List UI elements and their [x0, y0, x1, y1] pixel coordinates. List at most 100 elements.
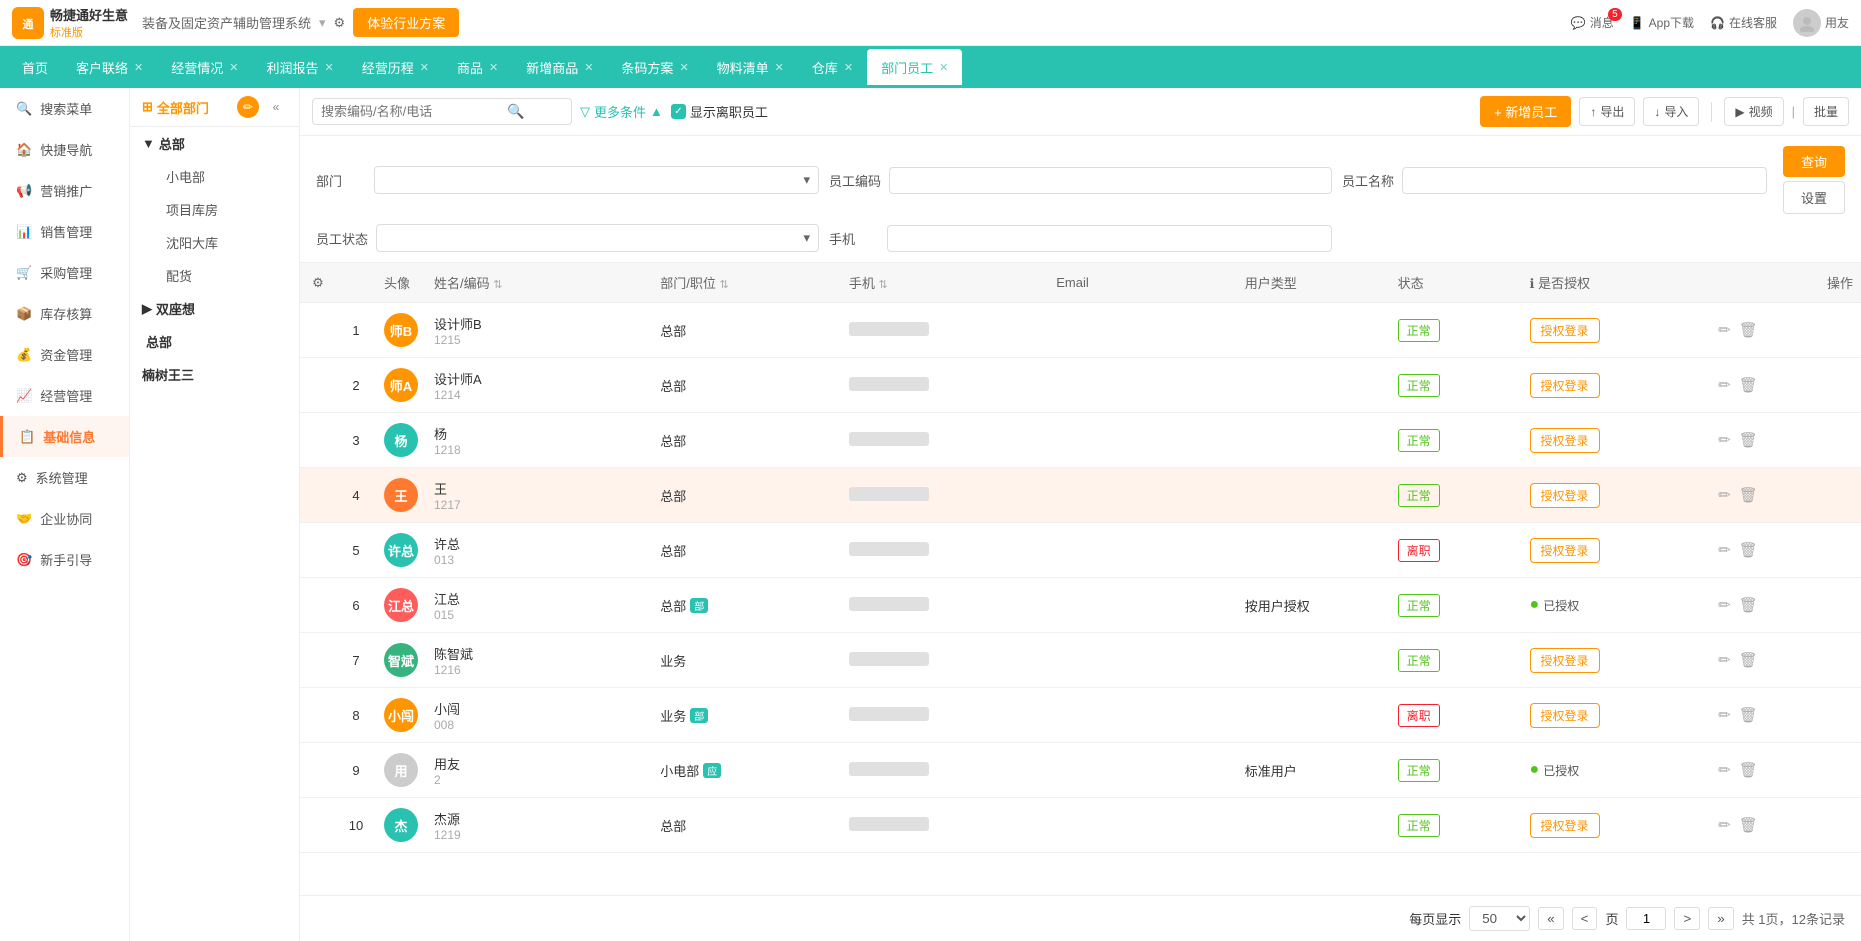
sidebar-item-guide[interactable]: 🎯 新手引导	[0, 539, 129, 580]
authorize-btn[interactable]: 授权登录	[1530, 813, 1600, 838]
sidebar-item-nav[interactable]: 🏠 快捷导航	[0, 129, 129, 170]
video-button[interactable]: ▶ 视频	[1724, 97, 1783, 126]
close-icon[interactable]: ✕	[844, 61, 853, 74]
add-employee-button[interactable]: + 新增员工	[1480, 96, 1571, 127]
emp-code-input[interactable]	[889, 167, 1332, 194]
dept-item-distribution[interactable]: 配货	[146, 259, 299, 292]
authorize-btn[interactable]: 授权登录	[1530, 648, 1600, 673]
tab-barcode[interactable]: 条码方案 ✕	[607, 49, 702, 85]
sidebar-item-finance[interactable]: 💰 资金管理	[0, 334, 129, 375]
page-number-input[interactable]	[1626, 907, 1666, 930]
collapse-dept-icon[interactable]: «	[265, 96, 287, 118]
dept-group-shuangzuoxiang[interactable]: ▶ 双座想	[130, 292, 299, 325]
dept-item-project-storage[interactable]: 项目库房	[146, 193, 299, 226]
sidebar-item-collab[interactable]: 🤝 企业协同	[0, 498, 129, 539]
per-page-select[interactable]: 50 100	[1469, 906, 1530, 931]
batch-button[interactable]: 批量	[1803, 97, 1849, 126]
dept-group-headquarters[interactable]: ▼ 总部	[130, 127, 299, 160]
prev-page-btn[interactable]: <	[1572, 907, 1598, 930]
sort-name-icon[interactable]: ⇅	[493, 279, 502, 291]
edit-icon[interactable]: ✏	[1718, 321, 1731, 339]
message-btn[interactable]: 💬 消息 5	[1571, 14, 1614, 31]
delete-icon[interactable]: 🗑	[1739, 761, 1758, 779]
show-departed-checkbox[interactable]: ✓ 显示离职员工	[671, 102, 768, 121]
authorize-btn[interactable]: 授权登录	[1530, 428, 1600, 453]
close-icon[interactable]: ✕	[775, 61, 784, 74]
settings-icon[interactable]: ⚙	[334, 15, 346, 31]
app-download-btn[interactable]: 📱 App下载	[1630, 14, 1694, 31]
delete-icon[interactable]: 🗑	[1739, 486, 1758, 504]
close-icon[interactable]: ✕	[229, 61, 238, 74]
phone-input[interactable]	[887, 225, 1332, 252]
close-icon[interactable]: ✕	[584, 61, 593, 74]
emp-status-select[interactable]: ▾	[376, 224, 819, 252]
tab-bom[interactable]: 物料清单 ✕	[703, 49, 798, 85]
all-dept-btn[interactable]: ⊞ 全部部门	[142, 98, 209, 117]
edit-icon[interactable]: ✏	[1718, 761, 1731, 779]
next-page-btn[interactable]: >	[1674, 907, 1700, 930]
delete-icon[interactable]: 🗑	[1739, 596, 1758, 614]
edit-dept-icon[interactable]: ✏	[237, 96, 259, 118]
sidebar-item-sales[interactable]: 📊 销售管理	[0, 211, 129, 252]
delete-icon[interactable]: 🗑	[1739, 431, 1758, 449]
close-icon[interactable]: ✕	[325, 61, 334, 74]
edit-icon[interactable]: ✏	[1718, 596, 1731, 614]
tab-profit[interactable]: 利润报告 ✕	[252, 49, 347, 85]
sidebar-item-business[interactable]: 📈 经营管理	[0, 375, 129, 416]
tab-home[interactable]: 首页	[8, 49, 62, 85]
close-icon[interactable]: ✕	[489, 61, 498, 74]
tab-goods[interactable]: 商品 ✕	[443, 49, 512, 85]
dept-item-shenyang[interactable]: 沈阳大库	[146, 226, 299, 259]
edit-icon[interactable]: ✏	[1718, 706, 1731, 724]
th-phone[interactable]: 手机 ⇅	[841, 263, 1048, 303]
delete-icon[interactable]: 🗑	[1739, 651, 1758, 669]
edit-icon[interactable]: ✏	[1718, 486, 1731, 504]
authorize-btn[interactable]: 授权登录	[1530, 483, 1600, 508]
th-dept[interactable]: 部门/职位 ⇅	[652, 263, 841, 303]
more-filter-btn[interactable]: ▽ 更多条件 ▲	[580, 102, 663, 121]
delete-icon[interactable]: 🗑	[1739, 376, 1758, 394]
edit-icon[interactable]: ✏	[1718, 541, 1731, 559]
sort-phone-icon[interactable]: ⇅	[878, 279, 887, 291]
close-icon[interactable]: ✕	[939, 61, 948, 74]
tab-customer[interactable]: 客户联络 ✕	[62, 49, 157, 85]
delete-icon[interactable]: 🗑	[1739, 816, 1758, 834]
edit-icon[interactable]: ✏	[1718, 376, 1731, 394]
edit-icon[interactable]: ✏	[1718, 431, 1731, 449]
close-icon[interactable]: ✕	[420, 61, 429, 74]
edit-icon[interactable]: ✏	[1718, 816, 1731, 834]
sort-dept-icon[interactable]: ⇅	[720, 279, 729, 291]
authorize-btn[interactable]: 授权登录	[1530, 373, 1600, 398]
import-button[interactable]: ↓ 导入	[1643, 97, 1699, 126]
delete-icon[interactable]: 🗑	[1739, 321, 1758, 339]
tab-warehouse[interactable]: 仓库 ✕	[798, 49, 867, 85]
filter-settings-button[interactable]: 设置	[1783, 181, 1845, 214]
user-btn[interactable]: 用友	[1793, 9, 1849, 37]
sidebar-item-basic-info[interactable]: 📋 基础信息	[0, 416, 129, 457]
search-button[interactable]: 查询	[1783, 146, 1845, 177]
authorize-btn[interactable]: 授权登录	[1530, 538, 1600, 563]
close-icon[interactable]: ✕	[134, 61, 143, 74]
trial-button[interactable]: 体验行业方案	[353, 8, 459, 37]
delete-icon[interactable]: 🗑	[1739, 706, 1758, 724]
sidebar-item-purchase[interactable]: 🛒 采购管理	[0, 252, 129, 293]
dept-select[interactable]: ▾	[374, 166, 819, 194]
sidebar-item-inventory[interactable]: 📦 库存核算	[0, 293, 129, 334]
th-name[interactable]: 姓名/编码 ⇅	[426, 263, 652, 303]
delete-icon[interactable]: 🗑	[1739, 541, 1758, 559]
tab-business-status[interactable]: 经营情况 ✕	[157, 49, 252, 85]
search-input[interactable]	[321, 104, 501, 119]
dept-item-small-electric[interactable]: 小电部	[146, 160, 299, 193]
last-page-btn[interactable]: »	[1708, 907, 1733, 930]
sidebar-item-marketing[interactable]: 📢 营销推广	[0, 170, 129, 211]
authorize-btn[interactable]: 授权登录	[1530, 703, 1600, 728]
export-button[interactable]: ↑ 导出	[1579, 97, 1635, 126]
first-page-btn[interactable]: «	[1538, 907, 1563, 930]
tab-employees[interactable]: 部门员工 ✕	[867, 49, 962, 85]
th-settings[interactable]: ⚙	[300, 263, 336, 303]
authorize-btn[interactable]: 授权登录	[1530, 318, 1600, 343]
dept-group-zongbu[interactable]: 总部	[130, 325, 299, 358]
tab-new-goods[interactable]: 新增商品 ✕	[512, 49, 607, 85]
online-service-btn[interactable]: 🎧 在线客服	[1710, 14, 1777, 31]
dept-group-nanshu[interactable]: 楠树王三	[130, 358, 299, 391]
